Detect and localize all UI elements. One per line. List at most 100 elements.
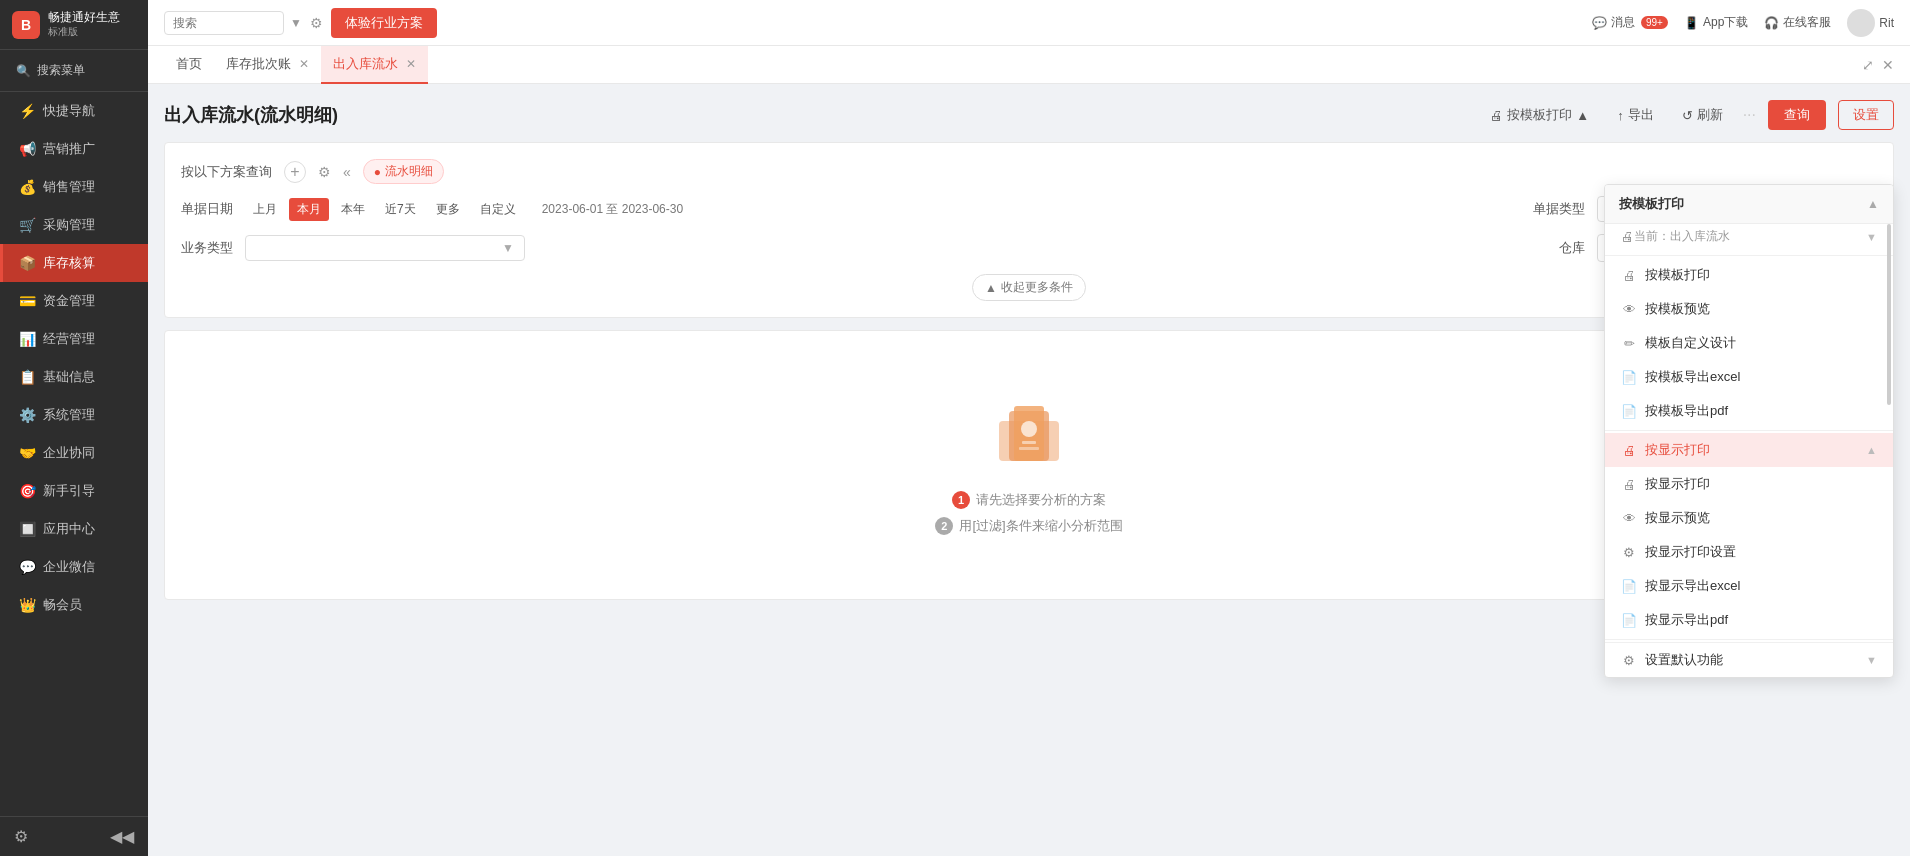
sidebar-item-cooperation[interactable]: 🤝 企业协同 [0, 434, 148, 472]
export-button[interactable]: ↑ 导出 [1609, 102, 1662, 128]
step-2-num: 2 [935, 517, 953, 535]
business-type-label: 业务类型 [181, 239, 233, 257]
maximize-icon[interactable]: ⤢ [1862, 57, 1874, 73]
filter-row-1: 按以下方案查询 + ⚙ « ● 流水明细 [181, 159, 1877, 184]
dropdown-template-customize[interactable]: ✏ 模板自定义设计 [1605, 326, 1893, 360]
message-button[interactable]: 💬 消息 99+ [1592, 14, 1668, 31]
dropdown-template-print[interactable]: 🖨 按模板打印 [1605, 258, 1893, 292]
inventory-icon: 📦 [19, 255, 35, 271]
filter-stream-tag[interactable]: ● 流水明细 [363, 159, 444, 184]
footer-settings-icon: ⚙ [1621, 652, 1637, 668]
operations-icon: 📊 [19, 331, 35, 347]
search-menu-button[interactable]: 🔍 搜索菜单 [10, 58, 138, 83]
date-tabs: 上月 本月 本年 近7天 更多 自定义 [245, 198, 524, 221]
dropdown-collapse-icon[interactable]: ▲ [1867, 197, 1879, 211]
display-pdf-icon: 📄 [1621, 612, 1637, 628]
filter-setting-icon[interactable]: ⚙ [318, 164, 331, 180]
tab-flow[interactable]: 出入库流水 ✕ [321, 46, 428, 84]
finance-icon: 💳 [19, 293, 35, 309]
close-window-icon[interactable]: ✕ [1882, 57, 1894, 73]
sidebar-item-purchase[interactable]: 🛒 采购管理 [0, 206, 148, 244]
filter-add-button[interactable]: + [284, 161, 306, 183]
dropdown-display-print-settings[interactable]: ⚙ 按显示打印设置 [1605, 535, 1893, 569]
cooperation-icon: 🤝 [19, 445, 35, 461]
dropdown-footer[interactable]: ⚙ 设置默认功能 ▼ [1605, 642, 1893, 677]
topbar: ▼ ⚙ 体验行业方案 💬 消息 99+ 📱 App下载 🎧 在线客服 Rit [148, 0, 1910, 46]
bill-type-label: 单据类型 [1533, 200, 1585, 218]
industry-btn[interactable]: 体验行业方案 [331, 8, 437, 38]
dropdown-panel-header: 按模板打印 ▲ [1605, 185, 1893, 224]
search-icon: 🔍 [16, 64, 31, 78]
date-tab-more[interactable]: 更多 [428, 198, 468, 221]
tab-window-controls: ⤢ ✕ [1862, 57, 1894, 73]
dropdown-template-export-pdf[interactable]: 📄 按模板导出pdf [1605, 394, 1893, 428]
date-tab-last-7-days[interactable]: 近7天 [377, 198, 424, 221]
message-icon: 💬 [1592, 16, 1607, 30]
dropdown-template-export-excel[interactable]: 📄 按模板导出excel [1605, 360, 1893, 394]
sidebar-settings-icon[interactable]: ⚙ [14, 827, 28, 846]
guide-icon: 🎯 [19, 483, 35, 499]
query-button[interactable]: 查询 [1768, 100, 1826, 130]
topbar-search-area: ▼ [164, 11, 302, 35]
date-tab-current-year[interactable]: 本年 [333, 198, 373, 221]
filter-tag-icon: ● [374, 165, 381, 179]
logo-icon: B [12, 11, 40, 39]
download-icon: 📱 [1684, 16, 1699, 30]
sidebar-item-marketing[interactable]: 📢 营销推广 [0, 130, 148, 168]
sidebar-collapse-icon[interactable]: ◀◀ [110, 827, 134, 846]
sidebar-item-basic[interactable]: 📋 基础信息 [0, 358, 148, 396]
date-tab-custom[interactable]: 自定义 [472, 198, 524, 221]
sidebar-item-apps[interactable]: 🔲 应用中心 [0, 510, 148, 548]
template-print-icon: 🖨 [1621, 267, 1637, 283]
sidebar-item-guide[interactable]: 🎯 新手引导 [0, 472, 148, 510]
tab-batch-account[interactable]: 库存批次账 ✕ [214, 46, 321, 84]
display-settings-icon: ⚙ [1621, 544, 1637, 560]
date-tab-current-month[interactable]: 本月 [289, 198, 329, 221]
sidebar-item-inventory[interactable]: 📦 库存核算 [0, 244, 148, 282]
dropdown-display-print[interactable]: 🖨 按显示打印 [1605, 467, 1893, 501]
topbar-gear-icon[interactable]: ⚙ [310, 15, 323, 31]
dropdown-display-export-pdf[interactable]: 📄 按显示导出pdf [1605, 603, 1893, 637]
display-print-icon: 🖨 [1621, 476, 1637, 492]
date-label: 单据日期 [181, 200, 233, 218]
dropdown-current-selection: 🖨 当前：出入库流水 ▼ [1605, 224, 1893, 253]
refresh-button[interactable]: ↺ 刷新 [1674, 102, 1731, 128]
settings-button[interactable]: 设置 [1838, 100, 1894, 130]
tab-home[interactable]: 首页 [164, 46, 214, 84]
tab-flow-close-icon[interactable]: ✕ [406, 57, 416, 71]
filter-expand-icon[interactable]: « [343, 164, 351, 180]
sidebar-item-wechat[interactable]: 💬 企业微信 [0, 548, 148, 586]
sidebar-item-member[interactable]: 👑 畅会员 [0, 586, 148, 624]
svg-rect-5 [1019, 447, 1039, 450]
dropdown-panel: 按模板打印 ▲ 🖨 当前：出入库流水 ▼ 🖨 按模板打印 👁 按模 [1604, 184, 1894, 678]
display-print-header-icon: 🖨 [1621, 442, 1637, 458]
current-arrow-icon: ▼ [1866, 231, 1877, 243]
empty-illustration [989, 391, 1069, 471]
date-tab-last-month[interactable]: 上月 [245, 198, 285, 221]
sidebar-item-operations[interactable]: 📊 经营管理 [0, 320, 148, 358]
sidebar-item-sales[interactable]: 💰 销售管理 [0, 168, 148, 206]
dropdown-display-preview[interactable]: 👁 按显示预览 [1605, 501, 1893, 535]
sidebar-item-system[interactable]: ⚙️ 系统管理 [0, 396, 148, 434]
sidebar-item-finance[interactable]: 💳 资金管理 [0, 282, 148, 320]
topbar-left: ▼ ⚙ 体验行业方案 [164, 8, 437, 38]
topbar-search-chevron-icon[interactable]: ▼ [290, 16, 302, 30]
tab-batch-account-close-icon[interactable]: ✕ [299, 57, 309, 71]
online-service-button[interactable]: 🎧 在线客服 [1764, 14, 1831, 31]
dropdown-template-preview[interactable]: 👁 按模板预览 [1605, 292, 1893, 326]
sidebar-search-area[interactable]: 🔍 搜索菜单 [0, 50, 148, 92]
app-download-button[interactable]: 📱 App下载 [1684, 14, 1748, 31]
dropdown-display-print-header[interactable]: 🖨 按显示打印 ▲ [1605, 433, 1893, 467]
filter-collapse-button[interactable]: ▲ 收起更多条件 [972, 274, 1086, 301]
business-type-select[interactable]: ▼ [245, 235, 525, 261]
dropdown-display-export-excel[interactable]: 📄 按显示导出excel [1605, 569, 1893, 603]
sidebar-nav: ⚡ 快捷导航 📢 营销推广 💰 销售管理 🛒 采购管理 📦 库存核算 💳 资金管… [0, 92, 148, 816]
export-icon: ↑ [1617, 108, 1624, 123]
basic-icon: 📋 [19, 369, 35, 385]
user-avatar-area[interactable]: Rit [1847, 9, 1894, 37]
sidebar-item-quick-nav[interactable]: ⚡ 快捷导航 [0, 92, 148, 130]
tabs-bar: 首页 库存批次账 ✕ 出入库流水 ✕ ⤢ ✕ [148, 46, 1910, 84]
topbar-search-input[interactable] [164, 11, 284, 35]
template-print-button[interactable]: 🖨 按模板打印 ▲ [1482, 102, 1597, 128]
display-preview-icon: 👁 [1621, 510, 1637, 526]
